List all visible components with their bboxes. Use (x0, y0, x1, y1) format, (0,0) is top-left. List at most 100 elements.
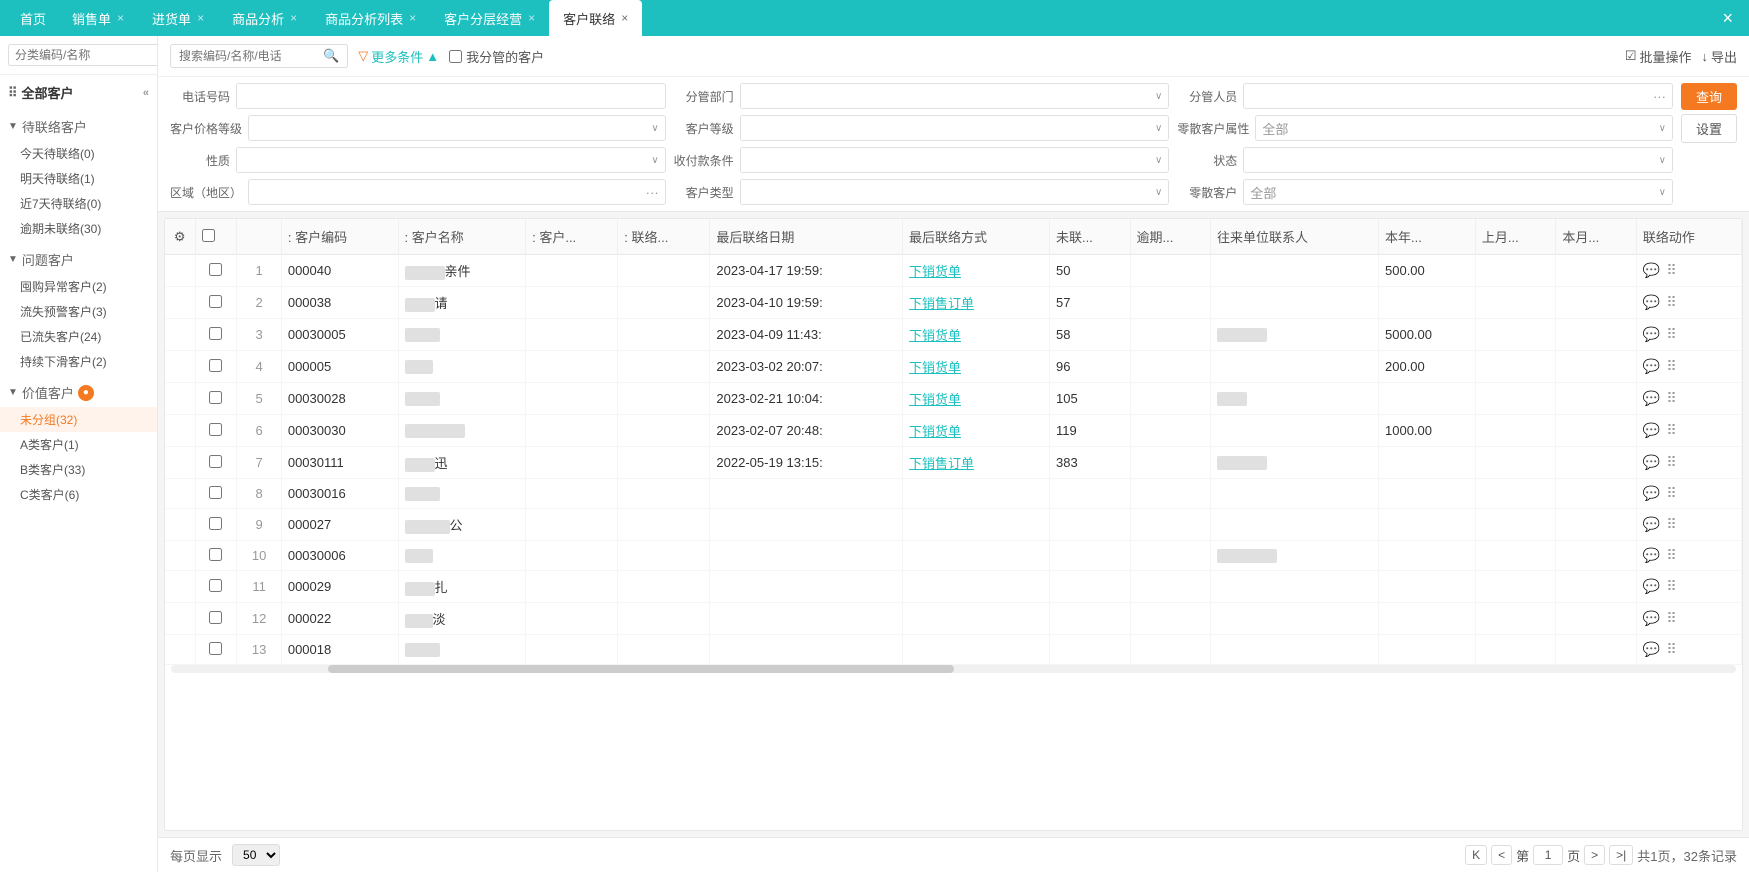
last-contact-way[interactable]: 下销货单 (903, 351, 1050, 383)
price-level-select[interactable]: ∨ (248, 115, 666, 141)
tab-sales[interactable]: 销售单 × (58, 0, 138, 36)
sidebar-item-class-b[interactable]: B类客户(33) (0, 457, 157, 482)
chat-icon[interactable]: 💬 (1643, 578, 1660, 595)
first-page-btn[interactable]: K (1465, 845, 1487, 865)
last-way-link[interactable]: 下销货单 (909, 264, 961, 279)
close-analysis-list-icon[interactable]: × (409, 11, 416, 25)
customer-level-select[interactable]: ∨ (740, 115, 1170, 141)
last-date-col-header[interactable]: 最后联络日期 (710, 219, 903, 255)
filter-search-input[interactable] (179, 49, 319, 63)
checkbox-col[interactable] (195, 255, 237, 287)
tab-purchase[interactable]: 进货单 × (138, 0, 218, 36)
more-conditions-btn[interactable]: ▽ 更多条件 ▲ (358, 47, 439, 66)
grid-action-icon[interactable]: ⠿ (1666, 485, 1676, 502)
this-year-col-header[interactable]: 本年... (1379, 219, 1476, 255)
checkbox-col[interactable] (195, 603, 237, 635)
contact-person-col-header[interactable]: 往来单位联系人 (1211, 219, 1379, 255)
chat-icon[interactable]: 💬 (1643, 454, 1660, 471)
page-number[interactable]: 1 (1533, 845, 1563, 865)
checkbox-col[interactable] (195, 447, 237, 479)
close-sales-icon[interactable]: × (117, 11, 124, 25)
sidebar-item-lost[interactable]: 已流失客户(24) (0, 324, 157, 349)
select-all-checkbox[interactable] (202, 229, 215, 242)
last-way-link[interactable]: 下销货单 (909, 392, 961, 407)
row-checkbox[interactable] (209, 455, 222, 468)
chat-icon[interactable]: 💬 (1643, 326, 1660, 343)
grid-action-icon[interactable]: ⠿ (1666, 390, 1676, 407)
retail-attr-select[interactable]: 全部∨ (1255, 115, 1673, 141)
row-checkbox[interactable] (209, 642, 222, 655)
tab-analysis-list[interactable]: 商品分析列表 × (311, 0, 430, 36)
problem-customer-group[interactable]: ▼ 问题客户 (0, 245, 157, 274)
contact-col-header[interactable]: : 联络... (618, 219, 710, 255)
last-page-btn[interactable]: >| (1609, 845, 1633, 865)
last-contact-way[interactable]: 下销售订单 (903, 287, 1050, 319)
overdue-col-header[interactable]: 逾期... (1130, 219, 1211, 255)
close-window-icon[interactable]: × (1714, 8, 1741, 29)
chat-icon[interactable]: 💬 (1643, 485, 1660, 502)
row-checkbox[interactable] (209, 327, 222, 340)
chat-icon[interactable]: 💬 (1643, 516, 1660, 533)
checkbox-col[interactable] (195, 541, 237, 571)
phone-input[interactable] (236, 83, 666, 109)
checkbox-col[interactable] (195, 509, 237, 541)
checkbox-col[interactable] (195, 635, 237, 665)
sidebar-item-7days[interactable]: 近7天待联络(0) (0, 191, 157, 216)
sidebar-item-ungroups[interactable]: 未分组(32) (0, 407, 157, 432)
sidebar-item-class-c[interactable]: C类客户(6) (0, 482, 157, 507)
checkbox-col[interactable] (195, 319, 237, 351)
customer-type-select[interactable]: ∨ (740, 179, 1170, 205)
close-purchase-icon[interactable]: × (197, 11, 204, 25)
reset-button[interactable]: 设置 (1681, 114, 1737, 143)
scrollbar-thumb[interactable] (328, 665, 954, 673)
manager-input-more[interactable]: ··· (1243, 83, 1673, 109)
row-checkbox[interactable] (209, 579, 222, 592)
sidebar-item-overdue[interactable]: 逾期未联络(30) (0, 216, 157, 241)
checkbox-col-header[interactable] (195, 219, 237, 255)
grid-action-icon[interactable]: ⠿ (1666, 262, 1676, 279)
chat-icon[interactable]: 💬 (1643, 641, 1660, 658)
grid-action-icon[interactable]: ⠿ (1666, 358, 1676, 375)
last-way-link[interactable]: 下销售订单 (909, 456, 974, 471)
last-way-col-header[interactable]: 最后联络方式 (903, 219, 1050, 255)
chat-icon[interactable]: 💬 (1643, 358, 1660, 375)
row-checkbox[interactable] (209, 517, 222, 530)
prev-page-btn[interactable]: < (1491, 845, 1512, 865)
last-month-col-header[interactable]: 上月... (1475, 219, 1556, 255)
tab-customer-segment[interactable]: 客户分层经营 × (430, 0, 549, 36)
page-size-select[interactable]: 50 (232, 844, 280, 866)
name-col-header[interactable]: : 客户名称 (398, 219, 526, 255)
grid-action-icon[interactable]: ⠿ (1666, 454, 1676, 471)
filter-search-icon[interactable]: 🔍 (323, 48, 339, 64)
sidebar-item-declining[interactable]: 持续下滑客户(2) (0, 349, 157, 374)
last-way-link[interactable]: 下销货单 (909, 328, 961, 343)
last-contact-way[interactable]: 下销货单 (903, 415, 1050, 447)
my-customers-checkbox[interactable] (449, 50, 462, 63)
checkbox-col[interactable] (195, 479, 237, 509)
last-way-link[interactable]: 下销货单 (909, 424, 961, 439)
sidebar-item-churn-warning[interactable]: 流失预警客户(3) (0, 299, 157, 324)
chat-icon[interactable]: 💬 (1643, 390, 1660, 407)
row-checkbox[interactable] (209, 263, 222, 276)
all-customers-header[interactable]: ⠿ 全部客户 « (0, 77, 157, 108)
grid-action-icon[interactable]: ⠿ (1666, 641, 1676, 658)
search-button[interactable]: 查询 (1681, 83, 1737, 110)
close-segment-icon[interactable]: × (528, 11, 535, 25)
row-checkbox[interactable] (209, 548, 222, 561)
sidebar-item-today[interactable]: 今天待联络(0) (0, 141, 157, 166)
code-col-header[interactable]: : 客户编码 (281, 219, 398, 255)
status-select[interactable]: ∨ (1243, 147, 1673, 173)
sidebar-item-tomorrow[interactable]: 明天待联络(1) (0, 166, 157, 191)
last-contact-way[interactable]: 下销货单 (903, 255, 1050, 287)
tab-analysis[interactable]: 商品分析 × (218, 0, 311, 36)
checkbox-col[interactable] (195, 415, 237, 447)
checkbox-col[interactable] (195, 383, 237, 415)
tab-customer-contact[interactable]: 客户联络 × (549, 0, 642, 36)
grid-action-icon[interactable]: ⠿ (1666, 516, 1676, 533)
chat-icon[interactable]: 💬 (1643, 610, 1660, 627)
export-btn[interactable]: ↓ 导出 (1701, 47, 1737, 66)
chat-icon[interactable]: 💬 (1643, 547, 1660, 564)
grid-action-icon[interactable]: ⠿ (1666, 610, 1676, 627)
last-way-link[interactable]: 下销货单 (909, 360, 961, 375)
this-month-col-header[interactable]: 本月... (1556, 219, 1637, 255)
